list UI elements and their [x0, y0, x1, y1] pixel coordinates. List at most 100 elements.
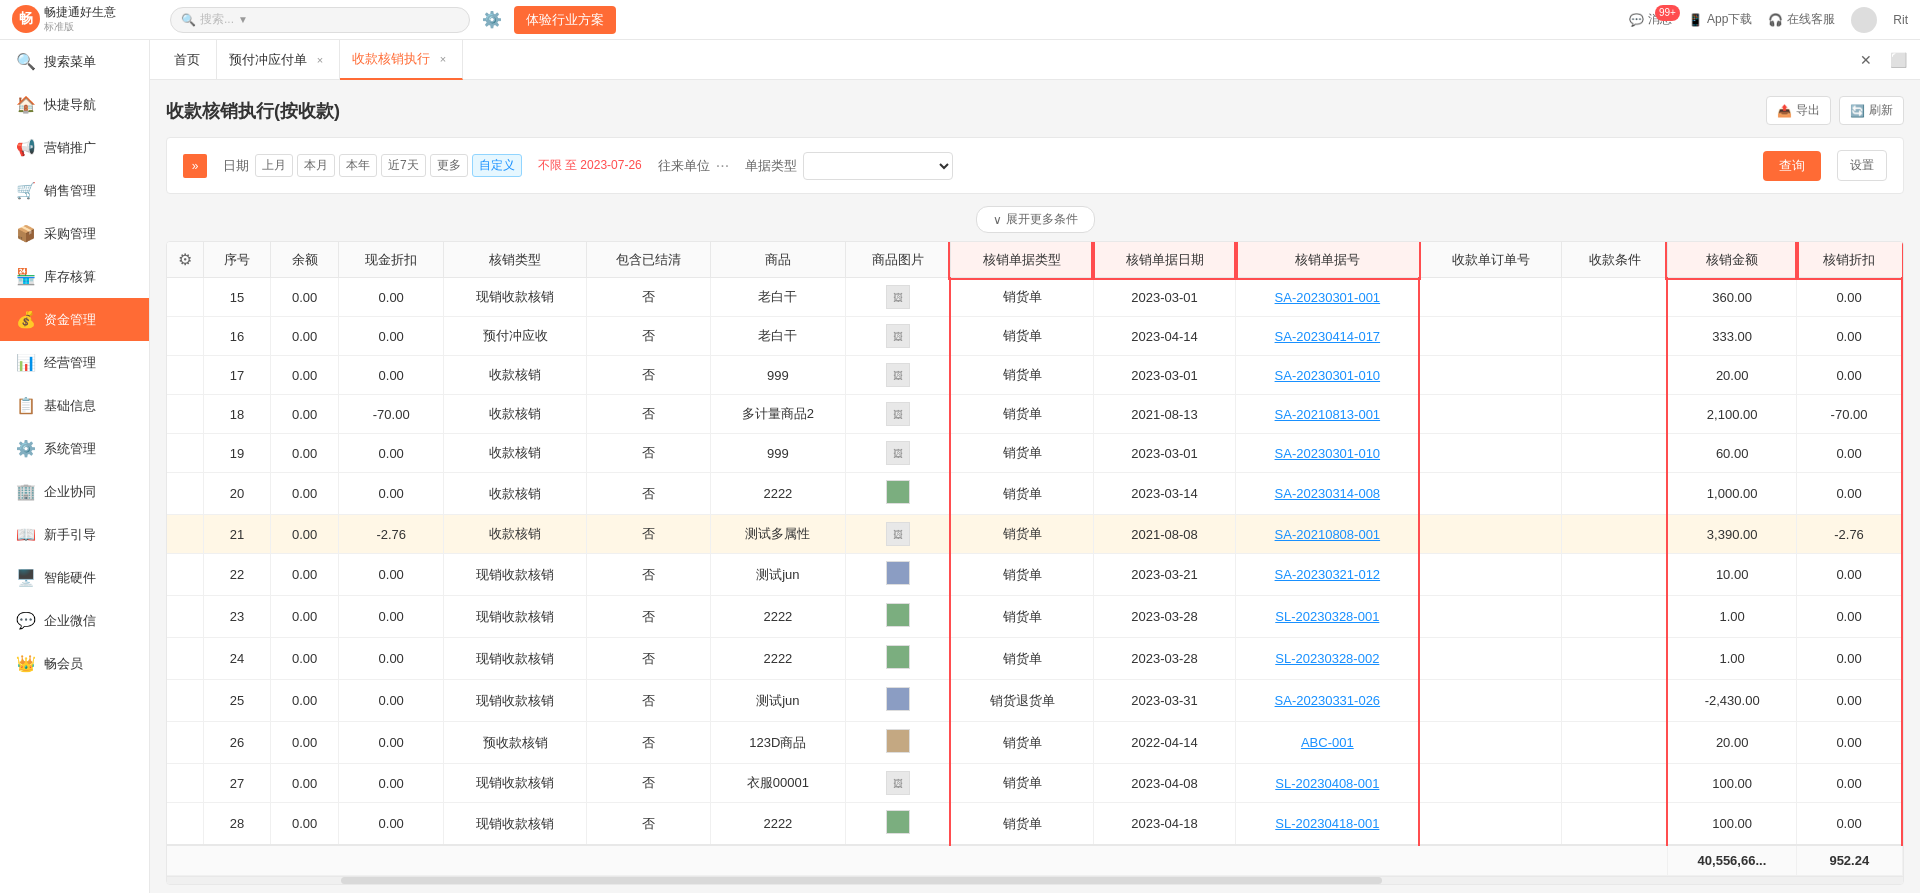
expand-more-conditions-btn[interactable]: ∨ 展开更多条件: [976, 206, 1095, 233]
tab-receivable[interactable]: 收款核销执行 ×: [340, 40, 463, 80]
cell-writeoff-amount: 2,100.00: [1667, 395, 1796, 434]
cell-seq: 22: [203, 554, 271, 596]
writeoff-no-link[interactable]: SA-20210808-001: [1275, 527, 1381, 542]
query-button[interactable]: 查询: [1763, 151, 1821, 181]
sidebar-item-quick-nav[interactable]: 🏠 快捷导航: [0, 83, 149, 126]
cell-include-cleared: 否: [587, 356, 711, 395]
cell-include-cleared: 否: [587, 554, 711, 596]
cell-cash-discount: 0.00: [339, 434, 444, 473]
writeoff-no-link[interactable]: SA-20230331-026: [1275, 693, 1381, 708]
operations-icon: 📊: [16, 353, 36, 372]
last-7days-btn[interactable]: 近7天: [381, 154, 426, 177]
sidebar-item-marketing[interactable]: 📢 营销推广: [0, 126, 149, 169]
cell-writeoff-type: 收款核销: [444, 434, 587, 473]
settings-button[interactable]: 设置: [1837, 150, 1887, 181]
this-year-btn[interactable]: 本年: [339, 154, 377, 177]
main-layout: 🔍 搜索菜单 🏠 快捷导航 📢 营销推广 🛒 销售管理 📦 采购管理 🏪 库存核…: [0, 40, 1920, 893]
sidebar-item-weixin[interactable]: 💬 企业微信: [0, 599, 149, 642]
this-month-btn[interactable]: 本月: [297, 154, 335, 177]
voucher-type-select[interactable]: [803, 152, 953, 180]
receivable-tab-close[interactable]: ×: [436, 52, 450, 66]
sidebar-item-guide[interactable]: 📖 新手引导: [0, 513, 149, 556]
sidebar-item-member[interactable]: 👑 畅会员: [0, 642, 149, 685]
sidebar-item-purchase[interactable]: 📦 采购管理: [0, 212, 149, 255]
app-download-button[interactable]: 📱 App下载: [1688, 11, 1752, 28]
message-button[interactable]: 💬 消息 99+: [1629, 11, 1672, 28]
more-dates-btn[interactable]: 更多: [430, 154, 468, 177]
sidebar-label: 库存核算: [44, 268, 96, 286]
cell-cash-discount: 0.00: [339, 803, 444, 846]
writeoff-no-link[interactable]: SA-20230414-017: [1275, 329, 1381, 344]
export-button[interactable]: 📤 导出: [1766, 96, 1831, 125]
maximize-window-btn[interactable]: ⬜: [1884, 46, 1912, 74]
sidebar-item-base-info[interactable]: 📋 基础信息: [0, 384, 149, 427]
product-image-thumb: 🖼: [886, 402, 910, 426]
writeoff-no-link[interactable]: SA-20230301-010: [1275, 368, 1381, 383]
search-box[interactable]: 🔍 搜索... ▼: [170, 7, 470, 33]
writeoff-no-link[interactable]: SA-20230314-008: [1275, 486, 1381, 501]
cell-balance: 0.00: [271, 278, 339, 317]
close-window-btn[interactable]: ✕: [1852, 46, 1880, 74]
custom-date-btn[interactable]: 自定义: [472, 154, 522, 177]
total-row: 40,556,66... 952.24: [167, 845, 1902, 876]
cell-writeoff-discount: -2.76: [1797, 515, 1902, 554]
search-icon: 🔍: [181, 13, 196, 27]
writeoff-no-link[interactable]: SL-20230328-002: [1275, 651, 1379, 666]
cell-writeoff-type: 收款核销: [444, 473, 587, 515]
cell-product: 123D商品: [711, 722, 845, 764]
writeoff-no-link[interactable]: SL-20230408-001: [1275, 776, 1379, 791]
table-row: 22 0.00 0.00 现销收款核销 否 测试jun 销货单 2023-03-…: [167, 554, 1902, 596]
horizontal-scrollbar[interactable]: [167, 876, 1903, 884]
writeoff-no-link[interactable]: SA-20230321-012: [1275, 567, 1381, 582]
cell-receipt-terms: [1562, 434, 1667, 473]
expand-conditions-row: ∨ 展开更多条件: [166, 206, 1904, 233]
cell-receipt-terms: [1562, 596, 1667, 638]
sidebar-item-enterprise[interactable]: 🏢 企业协同: [0, 470, 149, 513]
online-service-button[interactable]: 🎧 在线客服: [1768, 11, 1835, 28]
sidebar-item-search-menu[interactable]: 🔍 搜索菜单: [0, 40, 149, 83]
tab-home[interactable]: 首页: [158, 40, 217, 80]
cell-product-image: [845, 722, 950, 764]
writeoff-no-link[interactable]: SL-20230328-001: [1275, 609, 1379, 624]
cell-product: 测试jun: [711, 554, 845, 596]
sidebar-item-system[interactable]: ⚙️ 系统管理: [0, 427, 149, 470]
column-settings-icon[interactable]: ⚙: [178, 251, 192, 268]
writeoff-no-link[interactable]: SA-20230301-001: [1275, 290, 1381, 305]
sidebar-item-sales[interactable]: 🛒 销售管理: [0, 169, 149, 212]
sidebar-label: 资金管理: [44, 311, 96, 329]
cell-writeoff-type: 现销收款核销: [444, 596, 587, 638]
cell-writeoff-amount: 360.00: [1667, 278, 1796, 317]
writeoff-no-link[interactable]: SA-20230301-010: [1275, 446, 1381, 461]
th-include-cleared: 包含已结清: [587, 242, 711, 278]
writeoff-no-link[interactable]: SA-20210813-001: [1275, 407, 1381, 422]
cell-writeoff-type: 收款核销: [444, 515, 587, 554]
th-settings[interactable]: ⚙: [167, 242, 203, 278]
writeoff-no-link[interactable]: ABC-001: [1301, 735, 1354, 750]
cell-include-cleared: 否: [587, 722, 711, 764]
cell-settings: [167, 596, 203, 638]
sidebar-item-inventory[interactable]: 🏪 库存核算: [0, 255, 149, 298]
cell-writeoff-date: 2023-03-31: [1093, 680, 1236, 722]
table-row: 28 0.00 0.00 现销收款核销 否 2222 销货单 2023-04-1…: [167, 803, 1902, 846]
cell-writeoff-amount: 3,390.00: [1667, 515, 1796, 554]
filter-expand-button[interactable]: »: [183, 154, 207, 178]
gear-button[interactable]: ⚙️: [478, 6, 506, 34]
cell-cash-discount: 0.00: [339, 764, 444, 803]
industry-btn[interactable]: 体验行业方案: [514, 6, 616, 34]
cell-cash-discount: 0.00: [339, 722, 444, 764]
sidebar-item-finance[interactable]: 💰 资金管理: [0, 298, 149, 341]
refresh-button[interactable]: 🔄 刷新: [1839, 96, 1904, 125]
cell-cash-discount: 0.00: [339, 554, 444, 596]
table-scroll[interactable]: ⚙ 序号 余额 现金折扣 核销类型 包含已结清 商品 商品图片 核销单据类型: [167, 242, 1903, 876]
home-tab-label: 首页: [174, 51, 200, 69]
cell-writeoff-discount: 0.00: [1797, 596, 1902, 638]
prepay-tab-close[interactable]: ×: [313, 53, 327, 67]
tab-prepay[interactable]: 预付冲应付单 ×: [217, 40, 340, 80]
last-month-btn[interactable]: 上月: [255, 154, 293, 177]
logo-text: 畅捷通好生意: [44, 5, 116, 19]
writeoff-no-link[interactable]: SL-20230418-001: [1275, 816, 1379, 831]
sidebar-item-operations[interactable]: 📊 经营管理: [0, 341, 149, 384]
sidebar-item-hardware[interactable]: 🖥️ 智能硬件: [0, 556, 149, 599]
user-avatar[interactable]: [1851, 7, 1877, 33]
cell-writeoff-no: SA-20230331-026: [1236, 680, 1419, 722]
